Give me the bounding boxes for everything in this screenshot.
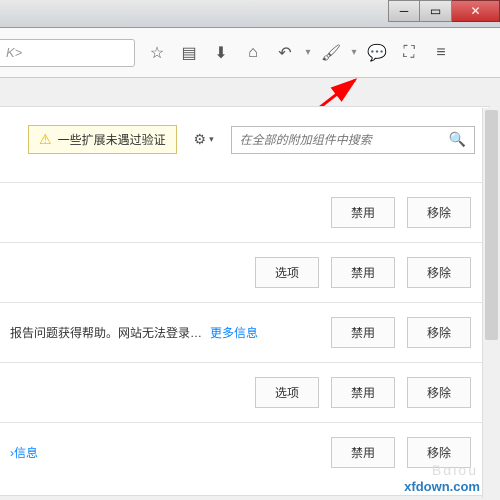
url-bar[interactable]: K> [0,39,135,67]
warning-triangle-icon: ⚠ [39,131,52,148]
toolbar-icons: ☆ ▤ ⬇ ⌂ ↶ ▾ 🖌 ▾ 💬 ⛶ ≡ [141,39,457,67]
addons-list: 禁用 移除 选项 禁用 移除 报告问题获得帮助。网站无法登录… 更多信息 禁用 … [0,182,489,482]
clipboard-icon[interactable]: ▤ [173,39,205,67]
dropdown-caret-icon: ▾ [209,134,214,145]
search-input[interactable] [240,133,449,147]
browser-toolbar: K> ☆ ▤ ⬇ ⌂ ↶ ▾ 🖌 ▾ 💬 ⛶ ≡ [0,28,500,78]
more-info-link[interactable]: 更多信息 [210,324,258,341]
hamburger-menu-icon[interactable]: ≡ [425,39,457,67]
disable-button[interactable]: 禁用 [331,377,395,408]
addons-header-row: ⚠ 一些扩展未遇过验证 ⚙ ▾ 🔍 [0,125,489,154]
remove-button[interactable]: 移除 [407,197,471,228]
search-icon[interactable]: 🔍 [449,131,466,148]
remove-button[interactable]: 移除 [407,257,471,288]
warning-text: 一些扩展未遇过验证 [58,131,166,148]
star-icon[interactable]: ☆ [141,39,173,67]
disable-button[interactable]: 禁用 [331,437,395,468]
addon-row: 选项 禁用 移除 [0,362,489,422]
maximize-button[interactable]: ▭ [420,0,452,22]
chat-bubble-icon[interactable]: 💬 [361,39,393,67]
gear-icon: ⚙ [194,131,207,148]
undo-icon[interactable]: ↶ [269,39,301,67]
home-icon[interactable]: ⌂ [237,39,269,67]
addons-search-box[interactable]: 🔍 [231,126,475,154]
addon-row: 报告问题获得帮助。网站无法登录… 更多信息 禁用 移除 [0,302,489,362]
disable-button[interactable]: 禁用 [331,197,395,228]
addon-description: 报告问题获得帮助。网站无法登录… [10,324,202,341]
url-placeholder: K> [6,45,22,60]
options-button[interactable]: 选项 [255,377,319,408]
close-button[interactable]: ✕ [452,0,500,22]
addon-info: ›信息 [10,444,319,461]
addon-row: 禁用 移除 [0,182,489,242]
options-button[interactable]: 选项 [255,257,319,288]
window-titlebar: ─ ▭ ✕ [0,0,500,28]
remove-button[interactable]: 移除 [407,377,471,408]
paint-bucket-icon[interactable]: 🖌 [315,39,347,67]
addon-row: ›信息 禁用 移除 [0,422,489,482]
download-arrow-icon[interactable]: ⬇ [205,39,237,67]
ghost-watermark: Вαιοu [432,462,478,478]
minimize-button[interactable]: ─ [388,0,420,22]
remove-button[interactable]: 移除 [407,317,471,348]
more-info-link[interactable]: ›信息 [10,444,38,461]
scrollbar-thumb[interactable] [485,110,498,340]
disable-button[interactable]: 禁用 [331,257,395,288]
dropdown-caret-icon[interactable]: ▾ [347,39,361,67]
site-watermark: xfdown.com [404,479,480,494]
disable-button[interactable]: 禁用 [331,317,395,348]
verification-warning[interactable]: ⚠ 一些扩展未遇过验证 [28,125,177,154]
addon-row: 选项 禁用 移除 [0,242,489,302]
settings-gear-button[interactable]: ⚙ ▾ [191,128,217,152]
window-controls: ─ ▭ ✕ [388,0,500,22]
addons-panel: ⚠ 一些扩展未遇过验证 ⚙ ▾ 🔍 禁用 移除 选项 禁用 移除 报告问题获得帮… [0,106,490,496]
crop-icon[interactable]: ⛶ [393,39,425,67]
addon-info: 报告问题获得帮助。网站无法登录… 更多信息 [10,324,319,341]
vertical-scrollbar[interactable] [482,108,500,498]
dropdown-caret-icon[interactable]: ▾ [301,39,315,67]
